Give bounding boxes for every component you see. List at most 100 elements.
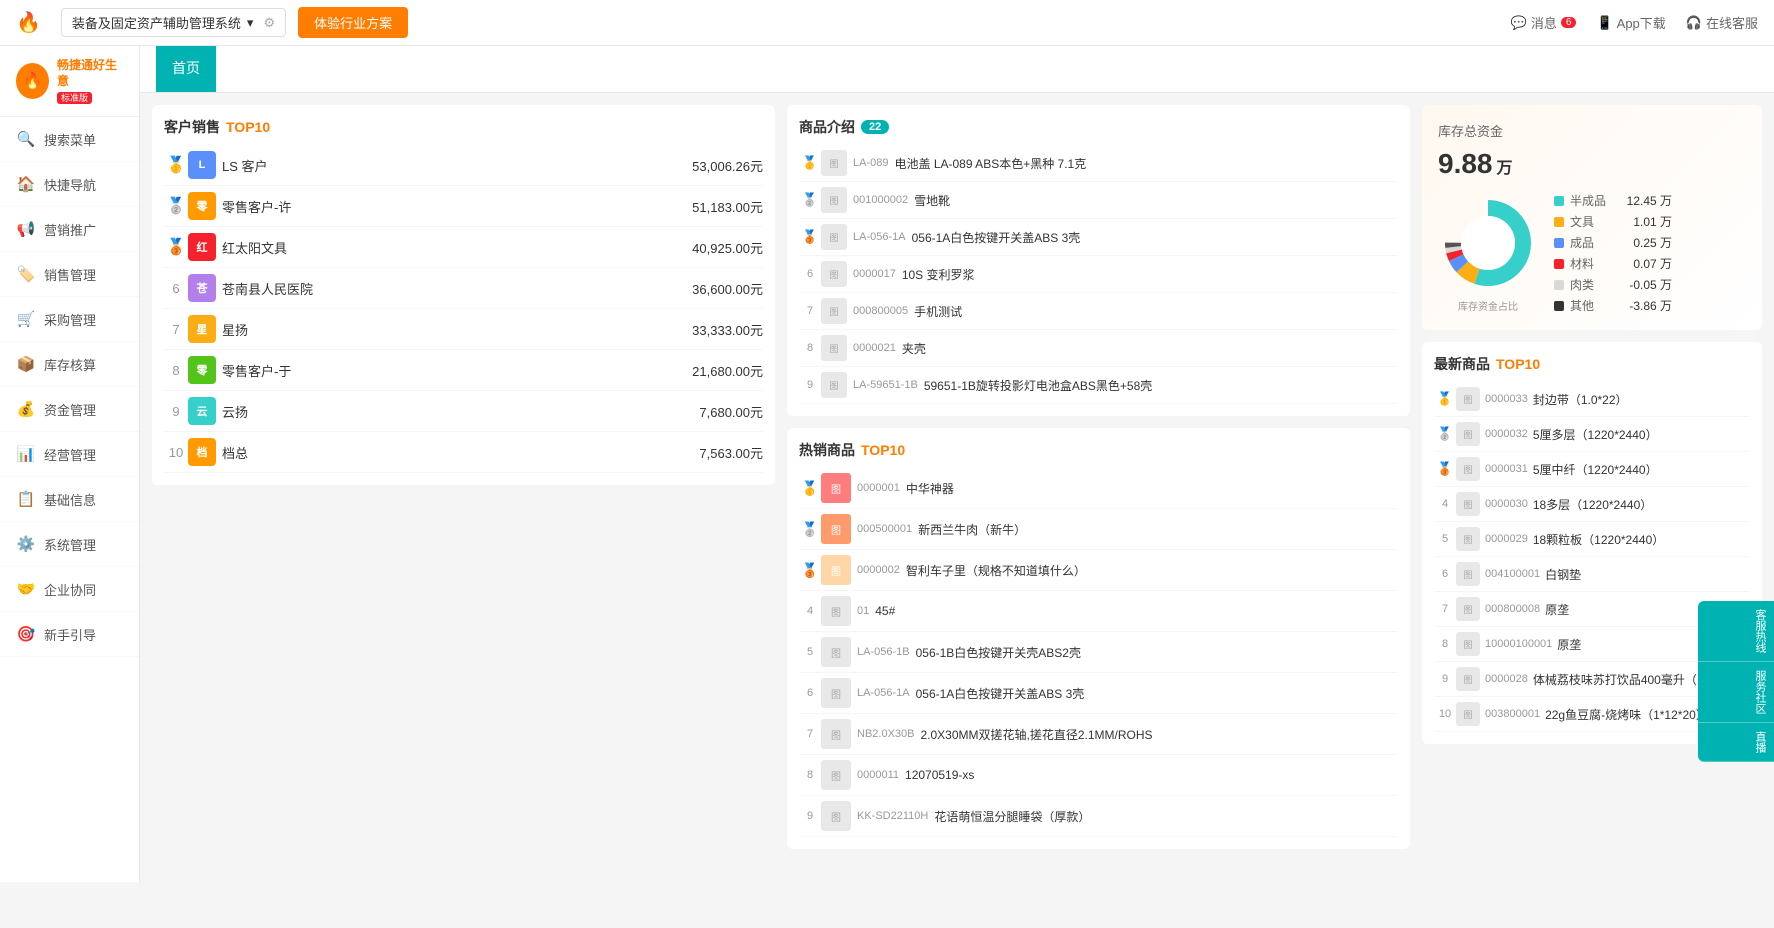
newest-product-item: 5 图 0000029 18颗粒板（1220*2440） <box>1434 522 1750 557</box>
phone-icon: 📱 <box>1596 15 1612 31</box>
sidebar-item-search[interactable]: 🔍 搜索菜单 <box>0 117 139 162</box>
customer-rank-item: 🥈 零 零售客户-许 51,183.00元 <box>164 186 763 227</box>
online-service-label: 在线客服 <box>1706 13 1758 32</box>
home-icon: 🏠 <box>16 174 36 194</box>
customer-rank-item: 🥇 L LS 客户 53,006.26元 <box>164 145 763 186</box>
hot-product-item: 7 图 NB2.0X30B 2.0X30MM双搓花轴,搓花直径2.1MM/ROH… <box>799 714 1398 755</box>
sidebar-item-basic-info[interactable]: 📋 基础信息 <box>0 477 139 522</box>
sidebar-guide-label: 新手引导 <box>44 625 96 644</box>
dashboard: 客户销售 TOP10 🥇 L LS 客户 53,006.26元 🥈 零 零售客户… <box>140 93 1774 861</box>
legend-item: 文具 1.01 万 <box>1554 213 1672 230</box>
tab-home[interactable]: 首页 <box>156 46 216 92</box>
inventory-card: 库存总资金 9.88 万 <box>1422 105 1762 330</box>
product-ranking-card: 商品介绍 22 🥇 图 LA-089 电池盖 LA-089 ABS本色+黑种 7… <box>787 105 1410 416</box>
notification-badge: 6 <box>1561 17 1577 28</box>
sidebar-sales-label: 销售管理 <box>44 265 96 284</box>
newest-product-item: 🥇 图 0000033 封边带（1.0*22） <box>1434 382 1750 417</box>
product-rank-item: 7 图 000800005 手机测试 <box>799 293 1398 330</box>
product-rank-item: 🥉 图 LA-056-1A 056-1A白色按键开关盖ABS 3壳 <box>799 219 1398 256</box>
inventory-amount: 9.88 <box>1438 148 1493 180</box>
legend-item: 肉类 -0.05 万 <box>1554 276 1672 293</box>
hot-products-card: 热销商品 TOP10 🥇 图 0000001 中华神器 🥈 图 00050000… <box>787 428 1410 849</box>
search-icon: 🔍 <box>16 129 36 149</box>
sidebar-item-purchase[interactable]: 🛒 采购管理 <box>0 297 139 342</box>
inventory-icon: 📦 <box>16 354 36 374</box>
sidebar-item-inventory[interactable]: 📦 库存核算 <box>0 342 139 387</box>
sidebar-item-sales[interactable]: 🏷️ 销售管理 <box>0 252 139 297</box>
finance-icon: 💰 <box>16 399 36 419</box>
float-service-live[interactable]: 直播 <box>1698 723 1774 762</box>
system-icon: ⚙️ <box>16 534 36 554</box>
product-rank-item: 9 图 LA-59651-1B 59651-1B旋转投影灯电池盒ABS黑色+58… <box>799 367 1398 404</box>
sidebar-item-quick-nav[interactable]: 🏠 快捷导航 <box>0 162 139 207</box>
product-rank-item: 6 图 0000017 10S 变利罗浆 <box>799 256 1398 293</box>
purchase-icon: 🛒 <box>16 309 36 329</box>
sidebar-item-finance[interactable]: 💰 资金管理 <box>0 387 139 432</box>
customer-ranking-title: 客户销售 TOP10 <box>164 117 763 137</box>
notification-btn[interactable]: 💬 消息 6 <box>1511 13 1577 32</box>
headset-icon: 🎧 <box>1686 15 1702 31</box>
main-content: 首页 客户销售 TOP10 🥇 L LS 客户 53,006.26元 🥈 零 零… <box>140 46 1774 882</box>
legend-item: 材料 0.07 万 <box>1554 255 1672 272</box>
sidebar: 🔥 畅捷通好生意 标准版 🔍 搜索菜单 🏠 快捷导航 📢 营销推广 🏷️ 销售管… <box>0 46 140 882</box>
system-name: 装备及固定资产辅助管理系统 <box>72 13 241 32</box>
inventory-label: 库存资金占比 <box>1438 298 1538 313</box>
donut-chart: 库存资金占比 <box>1438 193 1538 313</box>
product-ranking-title: 商品介绍 22 <box>799 117 1398 137</box>
inventory-unit: 万 <box>1497 154 1513 178</box>
sidebar-item-operations[interactable]: 📊 经营管理 <box>0 432 139 477</box>
product-rank-item: 8 图 0000021 夹壳 <box>799 330 1398 367</box>
hot-product-item: 4 图 01 45# <box>799 591 1398 632</box>
sidebar-search-label: 搜索菜单 <box>44 130 96 149</box>
float-service-hotline[interactable]: 客服热线 <box>1698 601 1774 662</box>
legend-item: 半成品 12.45 万 <box>1554 192 1672 209</box>
hot-product-item: 5 图 LA-056-1B 056-1B白色按键开关壳ABS2壳 <box>799 632 1398 673</box>
customer-rank-item: 10 档 档总 7,563.00元 <box>164 432 763 473</box>
customer-rank-item: 🥉 红 红太阳文具 40,925.00元 <box>164 227 763 268</box>
donut-legend: 半成品 12.45 万 文具 1.01 万 成品 0.25 万 材料 0.07 … <box>1554 192 1672 314</box>
online-service-btn[interactable]: 🎧 在线客服 <box>1686 13 1758 32</box>
customer-rank-item: 6 苍 苍南县人民医院 36,600.00元 <box>164 268 763 309</box>
basic-info-icon: 📋 <box>16 489 36 509</box>
sidebar-basicinfo-label: 基础信息 <box>44 490 96 509</box>
newest-product-item: 4 图 0000030 18多层（1220*2440） <box>1434 487 1750 522</box>
sidebar-marketing-label: 营销推广 <box>44 220 96 239</box>
newest-product-item: 🥈 图 0000032 5厘多层（1220*2440） <box>1434 417 1750 452</box>
hot-product-item: 🥇 图 0000001 中华神器 <box>799 468 1398 509</box>
hot-product-item: 6 图 LA-056-1A 056-1A白色按键开关盖ABS 3壳 <box>799 673 1398 714</box>
try-button[interactable]: 体验行业方案 <box>298 7 408 38</box>
product-rank-item: 🥈 图 001000002 雪地靴 <box>799 182 1398 219</box>
system-selector[interactable]: 装备及固定资产辅助管理系统 ▾ ⚙ <box>61 8 286 37</box>
sidebar-item-system[interactable]: ⚙️ 系统管理 <box>0 522 139 567</box>
hot-products-list-items: 🥇 图 0000001 中华神器 🥈 图 000500001 新西兰牛肉（新牛）… <box>799 468 1398 837</box>
brand-name: 畅捷通好生意 <box>57 58 123 89</box>
app-download-label: App下载 <box>1617 13 1666 32</box>
brand-icon: 🔥 <box>16 63 49 99</box>
customer-ranking-card: 客户销售 TOP10 🥇 L LS 客户 53,006.26元 🥈 零 零售客户… <box>152 105 775 485</box>
newest-products-title: 最新商品 TOP10 <box>1434 354 1750 374</box>
settings-icon[interactable]: ⚙ <box>263 15 275 31</box>
product-count-badge: 22 <box>861 120 889 134</box>
product-ranking-list-items: 🥇 图 LA-089 电池盖 LA-089 ABS本色+黑种 7.1克 🥈 图 … <box>799 145 1398 404</box>
hot-product-item: 🥉 图 0000002 智利车子里（规格不知道填什么） <box>799 550 1398 591</box>
top-header: 🔥 装备及固定资产辅助管理系统 ▾ ⚙ 体验行业方案 💬 消息 6 📱 App下… <box>0 0 1774 46</box>
float-service: 客服热线 服务社区 直播 <box>1698 601 1774 762</box>
enterprise-icon: 🤝 <box>16 579 36 599</box>
customer-rank-item: 9 云 云扬 7,680.00元 <box>164 391 763 432</box>
sidebar-item-marketing[interactable]: 📢 营销推广 <box>0 207 139 252</box>
donut-wrapper: 库存资金占比 半成品 12.45 万 文具 1.01 万 成品 0.25 万 材… <box>1438 192 1746 314</box>
newest-product-item: 6 图 004100001 白钢垫 <box>1434 557 1750 592</box>
product-rank-item: 🥇 图 LA-089 电池盖 LA-089 ABS本色+黑种 7.1克 <box>799 145 1398 182</box>
app-download-btn[interactable]: 📱 App下载 <box>1596 13 1665 32</box>
sidebar-finance-label: 资金管理 <box>44 400 96 419</box>
page-tabs: 首页 <box>140 46 1774 93</box>
float-service-community[interactable]: 服务社区 <box>1698 662 1774 723</box>
customer-rank-item: 7 星 星扬 33,333.00元 <box>164 309 763 350</box>
customer-rank-item: 8 零 零售客户-于 21,680.00元 <box>164 350 763 391</box>
sidebar-item-enterprise[interactable]: 🤝 企业协同 <box>0 567 139 612</box>
marketing-icon: 📢 <box>16 219 36 239</box>
sidebar-brand: 🔥 畅捷通好生意 标准版 <box>0 46 139 117</box>
sales-icon: 🏷️ <box>16 264 36 284</box>
brand-badge: 标准版 <box>57 92 92 104</box>
sidebar-item-guide[interactable]: 🎯 新手引导 <box>0 612 139 657</box>
